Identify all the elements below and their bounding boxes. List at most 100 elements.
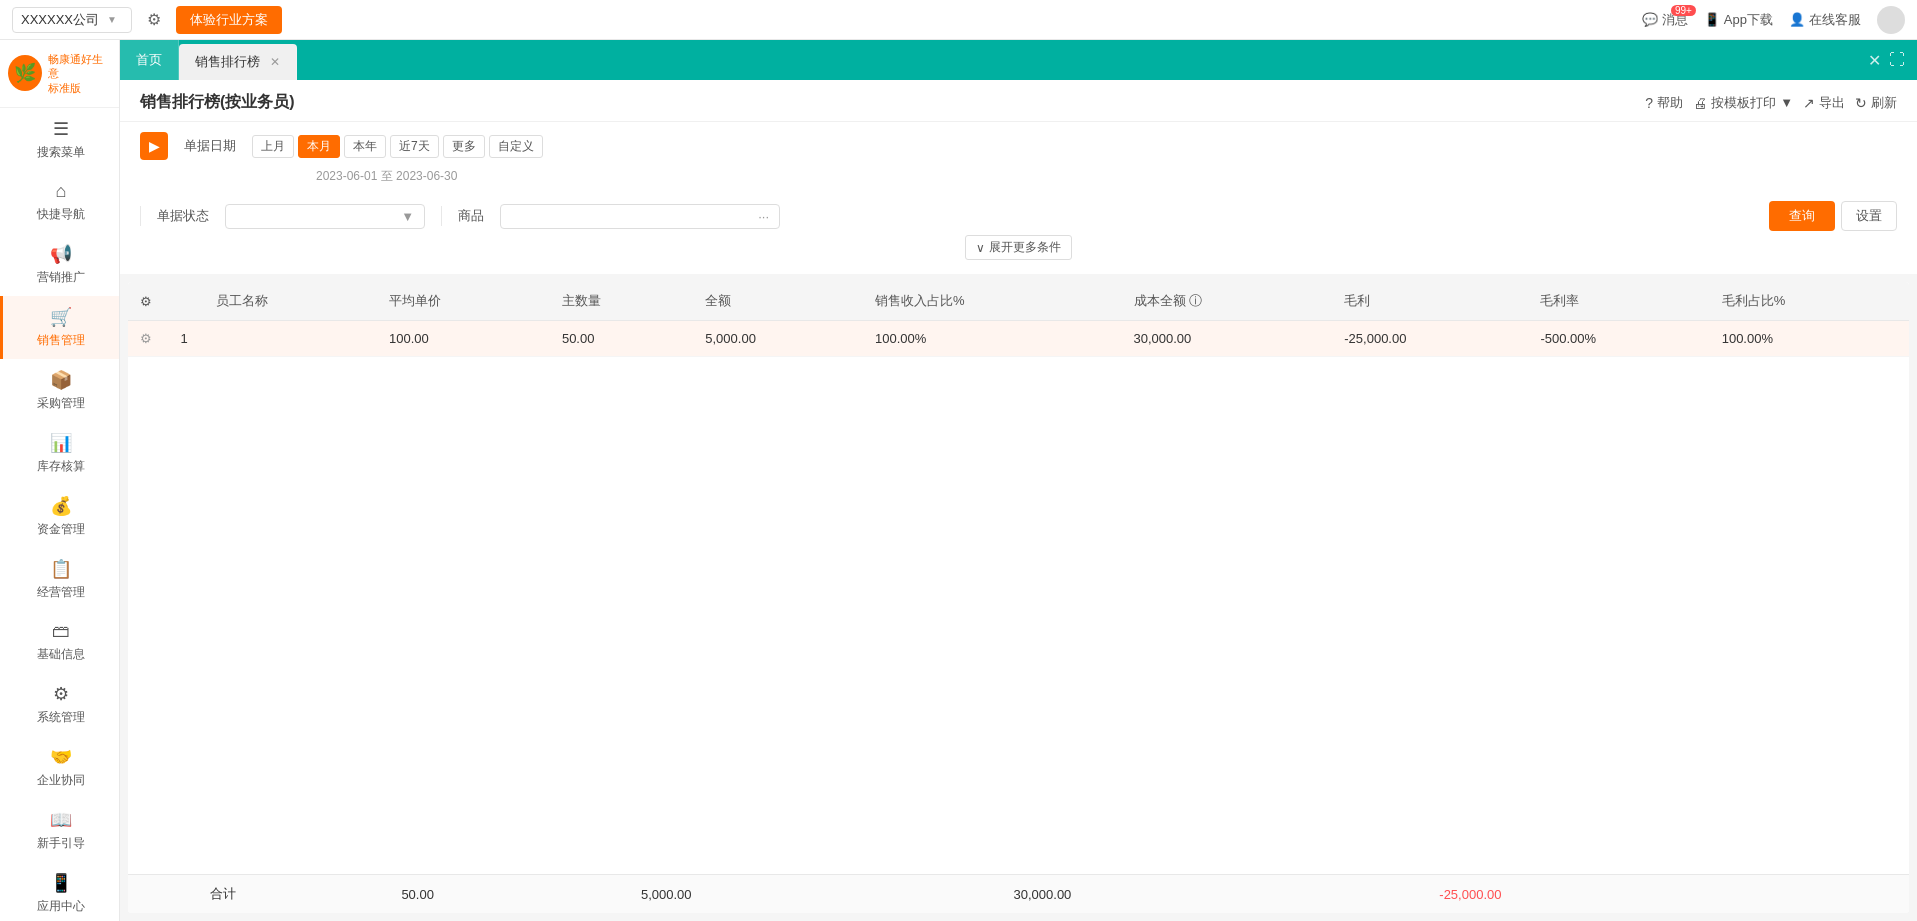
sidebar-item-quick-nav[interactable]: ⌂ 快捷导航: [0, 171, 119, 233]
sidebar-item-operations[interactable]: 📋 经营管理: [0, 548, 119, 611]
filter-expand-button[interactable]: ▶: [140, 132, 168, 160]
row-settings[interactable]: ⚙: [128, 321, 164, 357]
sidebar-label-purchase: 采购管理: [37, 395, 85, 412]
avatar[interactable]: [1877, 6, 1905, 34]
date-btn-this-year[interactable]: 本年: [344, 135, 386, 158]
row-cost-amount: 30,000.00: [1122, 321, 1333, 357]
col-gross-profit: 毛利: [1332, 282, 1528, 321]
sidebar-item-finance[interactable]: 💰 资金管理: [0, 485, 119, 548]
row-main-qty: 50.00: [550, 321, 693, 357]
content-area: 首页 销售排行榜 ✕ ✕ ⛶ 销售排行榜(按业务员) ? 帮助: [120, 40, 1917, 921]
header-actions: ? 帮助 🖨 按模板打印 ▼ ↗ 导出 ↻: [1645, 94, 1897, 112]
sidebar-label-app-center: 应用中心: [37, 898, 85, 915]
marketing-icon: 📢: [50, 243, 72, 265]
sidebar-item-guide[interactable]: 📖 新手引导: [0, 799, 119, 862]
tab-bar-right: ✕ ⛶: [1868, 51, 1917, 70]
row-gross-profit: -25,000.00: [1332, 321, 1528, 357]
experience-button[interactable]: 体验行业方案: [176, 6, 282, 34]
row-rank: 1: [164, 321, 204, 357]
sidebar-label-marketing: 营销推广: [37, 269, 85, 286]
refresh-button[interactable]: ↻ 刷新: [1855, 94, 1897, 112]
sidebar-label-basic-info: 基础信息: [37, 646, 85, 663]
sidebar-item-basic-info[interactable]: 🗃 基础信息: [0, 611, 119, 673]
expand-conditions-button[interactable]: ∨ 展开更多条件: [965, 235, 1072, 260]
sidebar-item-inventory[interactable]: 📊 库存核算: [0, 422, 119, 485]
tab-home-label: 首页: [136, 51, 162, 69]
sidebar-logo: 🌿 畅康通好生意 标准版: [0, 40, 119, 108]
tab-sales-ranking[interactable]: 销售排行榜 ✕: [179, 44, 297, 80]
sidebar-item-enterprise-collab[interactable]: 🤝 企业协同: [0, 736, 119, 799]
row-employee: [204, 321, 377, 357]
date-btn-this-month[interactable]: 本月: [298, 135, 340, 158]
col-avg-price: 平均单价: [377, 282, 550, 321]
col-gross-pct: 毛利占比%: [1710, 282, 1909, 321]
table-footer: 合计 50.00 5,000.00 30,000.00 -25,000.00: [128, 874, 1909, 913]
purchase-icon: 📦: [50, 369, 72, 391]
message-icon: 💬: [1642, 12, 1658, 27]
help-icon: ?: [1645, 95, 1653, 111]
sidebar-label-enterprise-collab: 企业协同: [37, 772, 85, 789]
online-service-label: 在线客服: [1809, 11, 1861, 29]
col-employee: 员工名称: [204, 282, 377, 321]
company-selector[interactable]: XXXXXX公司 ▼: [12, 7, 132, 33]
export-icon: ↗: [1803, 95, 1815, 111]
sidebar-item-search-orders[interactable]: ☰ 搜索菜单: [0, 108, 119, 171]
row-gross-pct: 100.00%: [1710, 321, 1909, 357]
date-btn-last-month[interactable]: 上月: [252, 135, 294, 158]
filter-expand-icon: ▶: [149, 138, 160, 154]
logo-text: 畅康通好生意 标准版: [48, 52, 111, 95]
footer-row: 合计 50.00 5,000.00 30,000.00 -25,000.00: [140, 885, 1897, 903]
footer-settings-col: [140, 885, 170, 903]
top-right-actions: 💬 消息 99+ 📱 App下载 👤 在线客服: [1642, 6, 1905, 34]
tab-close-all-icon[interactable]: ✕: [1868, 51, 1881, 70]
date-btn-custom[interactable]: 自定义: [489, 135, 543, 158]
expand-chevron-icon: ∨: [976, 241, 985, 255]
sidebar: 🌿 畅康通好生意 标准版 ☰ 搜索菜单 ⌂ 快捷导航 📢 营销推广 🛒 销售管理…: [0, 40, 120, 921]
print-label: 按模板打印: [1711, 94, 1776, 112]
sidebar-item-app-center[interactable]: 📱 应用中心: [0, 862, 119, 921]
date-range-display: 2023-06-01 至 2023-06-30: [316, 169, 457, 183]
sidebar-item-sales[interactable]: 🛒 销售管理: [0, 296, 119, 359]
sidebar-label-finance: 资金管理: [37, 521, 85, 538]
app-download-button[interactable]: 📱 App下载: [1704, 11, 1773, 29]
filter-separator-1: [140, 206, 141, 226]
app-center-icon: 📱: [50, 872, 72, 894]
data-table: ⚙ 员工名称 平均单价 主数量 全额 销售收入占比% 成本全额 ⓘ 毛利 毛利率…: [128, 282, 1909, 357]
chevron-down-icon: ▼: [107, 14, 117, 25]
finance-icon: 💰: [50, 495, 72, 517]
status-filter-label: 单据状态: [157, 207, 209, 225]
export-button[interactable]: ↗ 导出: [1803, 94, 1845, 112]
tab-fullscreen-icon[interactable]: ⛶: [1889, 51, 1905, 69]
row-avg-price: 100.00: [377, 321, 550, 357]
tab-home[interactable]: 首页: [120, 40, 179, 80]
filter-separator-2: [441, 206, 442, 226]
sidebar-label-inventory: 库存核算: [37, 458, 85, 475]
logo-icon: 🌿: [8, 55, 42, 91]
col-sales-pct: 销售收入占比%: [863, 282, 1121, 321]
sidebar-label-sales: 销售管理: [37, 332, 85, 349]
footer-label: 合计: [210, 885, 401, 903]
sidebar-item-system[interactable]: ⚙ 系统管理: [0, 673, 119, 736]
status-select[interactable]: ▼: [225, 204, 425, 229]
help-button[interactable]: ? 帮助: [1645, 94, 1683, 112]
column-settings-button[interactable]: 设置: [1841, 201, 1897, 231]
online-service-button[interactable]: 👤 在线客服: [1789, 11, 1861, 29]
sidebar-item-purchase[interactable]: 📦 采购管理: [0, 359, 119, 422]
footer-total-amount: 5,000.00: [641, 885, 1014, 903]
settings-icon[interactable]: ⚙: [140, 6, 168, 34]
col-settings[interactable]: ⚙: [128, 282, 164, 321]
search-orders-icon: ☰: [53, 118, 69, 140]
table-empty-space: [128, 357, 1909, 874]
sidebar-item-marketing[interactable]: 📢 营销推广: [0, 233, 119, 296]
enterprise-collab-icon: 🤝: [50, 746, 72, 768]
operations-icon: 📋: [50, 558, 72, 580]
print-button[interactable]: 🖨 按模板打印 ▼: [1693, 94, 1793, 112]
message-button[interactable]: 💬 消息 99+: [1642, 11, 1688, 29]
query-button[interactable]: 查询: [1769, 201, 1835, 231]
date-btn-7days[interactable]: 近7天: [390, 135, 439, 158]
guide-icon: 📖: [50, 809, 72, 831]
tab-close-icon[interactable]: ✕: [270, 55, 280, 69]
goods-input[interactable]: ···: [500, 204, 780, 229]
date-btn-more[interactable]: 更多: [443, 135, 485, 158]
filter-area: ▶ 单据日期 上月 本月 本年 近7天 更多 自定义 2023-06-01 至 …: [120, 122, 1917, 274]
